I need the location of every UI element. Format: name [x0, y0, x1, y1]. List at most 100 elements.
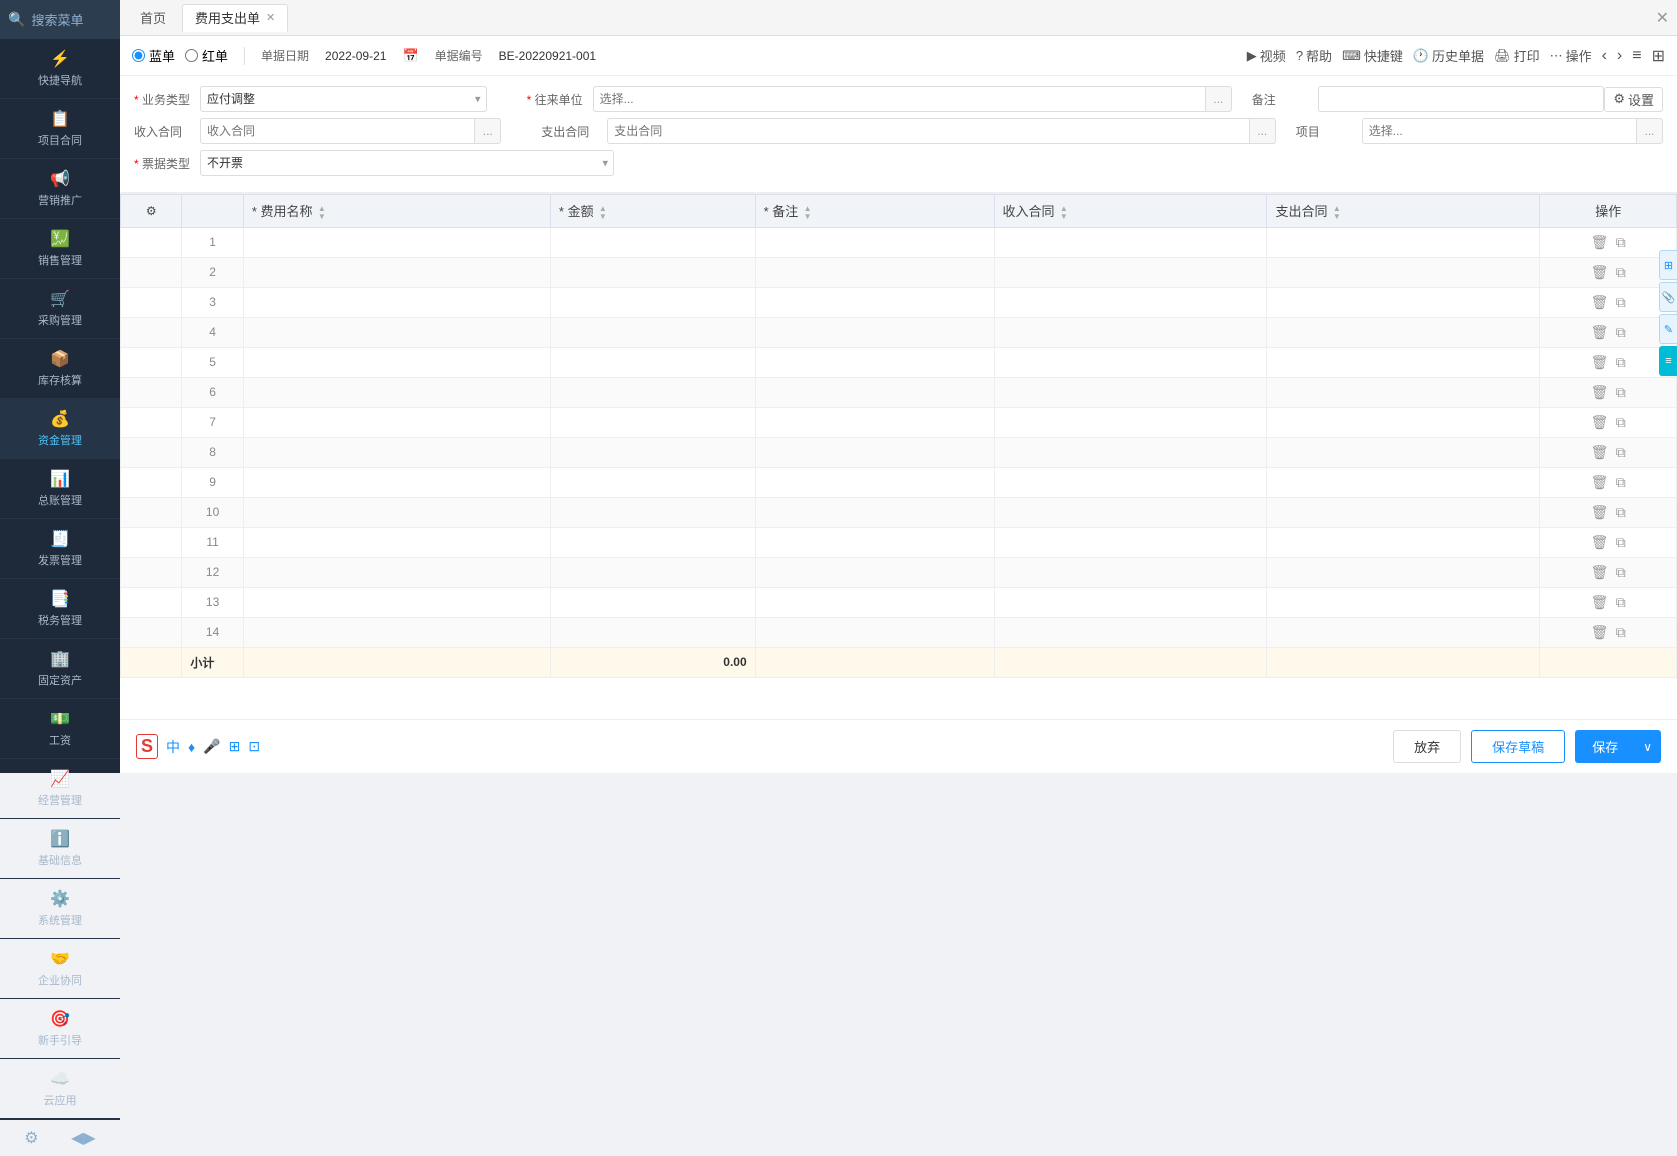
- sidebar-item-capital[interactable]: 💰 资金管理: [0, 399, 120, 459]
- amount-cell[interactable]: [550, 437, 755, 467]
- project-ellipsis-btn[interactable]: ...: [1637, 118, 1663, 144]
- footer-icon-diamond[interactable]: ♦: [188, 739, 195, 755]
- expense-contract-cell[interactable]: [1267, 497, 1540, 527]
- project-input[interactable]: [1362, 118, 1637, 144]
- save-main-button[interactable]: 保存: [1575, 730, 1634, 763]
- expense-contract-ellipsis-btn[interactable]: ...: [1250, 118, 1276, 144]
- note-cell[interactable]: [755, 557, 994, 587]
- amount-cell[interactable]: [550, 317, 755, 347]
- sidebar-item-cloud-apps[interactable]: ☁️ 云应用: [0, 1059, 120, 1119]
- video-btn[interactable]: ▶ 视频: [1247, 46, 1286, 65]
- edge-tab-1[interactable]: ⊞: [1659, 250, 1677, 280]
- delete-row-btn[interactable]: 🗑: [1589, 472, 1611, 493]
- expense-contract-cell[interactable]: [1267, 557, 1540, 587]
- copy-row-btn[interactable]: ⧉: [1614, 262, 1628, 283]
- sidebar-item-basic-info[interactable]: ℹ️ 基础信息: [0, 819, 120, 879]
- amount-cell[interactable]: [550, 497, 755, 527]
- income-contract-cell[interactable]: [994, 497, 1267, 527]
- footer-icon-grid[interactable]: ⊡: [248, 738, 260, 755]
- copy-row-btn[interactable]: ⧉: [1614, 502, 1628, 523]
- expense-name-cell[interactable]: [243, 287, 550, 317]
- amount-cell[interactable]: [550, 587, 755, 617]
- sidebar-item-invoice[interactable]: 🧾 发票管理: [0, 519, 120, 579]
- partner-input[interactable]: [593, 86, 1206, 112]
- amount-cell[interactable]: [550, 287, 755, 317]
- expense-contract-cell[interactable]: [1267, 437, 1540, 467]
- copy-row-btn[interactable]: ⧉: [1614, 322, 1628, 343]
- biz-type-select-wrapper[interactable]: 应付调整: [200, 86, 487, 112]
- expense-name-cell[interactable]: [243, 377, 550, 407]
- view-list-btn[interactable]: ≡: [1632, 47, 1641, 65]
- sidebar-item-ledger[interactable]: 📊 总账管理: [0, 459, 120, 519]
- note-cell[interactable]: [755, 347, 994, 377]
- nav-next-btn[interactable]: ›: [1617, 47, 1622, 65]
- col-income-contract[interactable]: 收入合同 ▲▼: [994, 195, 1267, 228]
- bill-type-select[interactable]: 不开票: [200, 150, 614, 176]
- radio-red-input[interactable]: [185, 49, 198, 62]
- expense-contract-cell[interactable]: [1267, 527, 1540, 557]
- copy-row-btn[interactable]: ⧉: [1614, 382, 1628, 403]
- sidebar-item-tax[interactable]: 📑 税务管理: [0, 579, 120, 639]
- footer-icon-zh[interactable]: 中: [166, 737, 180, 757]
- copy-row-btn[interactable]: ⧉: [1614, 412, 1628, 433]
- sidebar-item-sales[interactable]: 💹 销售管理: [0, 219, 120, 279]
- note-cell[interactable]: [755, 467, 994, 497]
- income-contract-cell[interactable]: [994, 287, 1267, 317]
- income-contract-cell[interactable]: [994, 437, 1267, 467]
- sidebar-item-marketing[interactable]: 📢 营销推广: [0, 159, 120, 219]
- note-cell[interactable]: [755, 407, 994, 437]
- delete-row-btn[interactable]: 🗑: [1589, 352, 1611, 373]
- income-contract-cell[interactable]: [994, 617, 1267, 647]
- sidebar-item-newbie[interactable]: 🎯 新手引导: [0, 999, 120, 1059]
- income-contract-cell[interactable]: [994, 227, 1267, 257]
- help-btn[interactable]: ? 帮助: [1296, 46, 1332, 65]
- biz-type-select[interactable]: 应付调整: [200, 86, 487, 112]
- expense-contract-cell[interactable]: [1267, 377, 1540, 407]
- delete-row-btn[interactable]: 🗑: [1589, 562, 1611, 583]
- amount-cell[interactable]: [550, 257, 755, 287]
- income-contract-cell[interactable]: [994, 317, 1267, 347]
- tab-home[interactable]: 首页: [128, 4, 178, 32]
- expense-name-cell[interactable]: [243, 347, 550, 377]
- copy-row-btn[interactable]: ⧉: [1614, 562, 1628, 583]
- nav-prev-btn[interactable]: ‹: [1602, 47, 1607, 65]
- amount-cell[interactable]: [550, 527, 755, 557]
- income-contract-cell[interactable]: [994, 527, 1267, 557]
- income-contract-cell[interactable]: [994, 587, 1267, 617]
- note-cell[interactable]: [755, 587, 994, 617]
- note-cell[interactable]: [755, 287, 994, 317]
- footer-icon-table[interactable]: ⊞: [229, 738, 241, 755]
- copy-row-btn[interactable]: ⧉: [1614, 532, 1628, 553]
- expense-contract-cell[interactable]: [1267, 287, 1540, 317]
- sidebar-item-project-contract[interactable]: 📋 项目合同: [0, 99, 120, 159]
- col-note[interactable]: * 备注 ▲▼: [755, 195, 994, 228]
- edge-tab-2[interactable]: 📎: [1659, 282, 1677, 312]
- income-contract-cell[interactable]: [994, 377, 1267, 407]
- income-contract-cell[interactable]: [994, 557, 1267, 587]
- expense-name-cell[interactable]: [243, 527, 550, 557]
- expense-name-cell[interactable]: [243, 227, 550, 257]
- footer-icon-mic[interactable]: 🎤: [203, 738, 220, 755]
- income-contract-input[interactable]: [200, 118, 475, 144]
- copy-row-btn[interactable]: ⧉: [1614, 352, 1628, 373]
- copy-row-btn[interactable]: ⧉: [1614, 232, 1628, 253]
- expense-contract-input[interactable]: [607, 118, 1250, 144]
- amount-cell[interactable]: [550, 467, 755, 497]
- expense-contract-cell[interactable]: [1267, 317, 1540, 347]
- delete-row-btn[interactable]: 🗑: [1589, 412, 1611, 433]
- sidebar-item-quick-nav[interactable]: ⚡ 快捷导航: [0, 39, 120, 99]
- expense-name-cell[interactable]: [243, 437, 550, 467]
- sidebar-item-system[interactable]: ⚙️ 系统管理: [0, 879, 120, 939]
- expense-contract-cell[interactable]: [1267, 257, 1540, 287]
- copy-row-btn[interactable]: ⧉: [1614, 472, 1628, 493]
- amount-cell[interactable]: [550, 407, 755, 437]
- edge-tab-4-green[interactable]: ≡: [1659, 346, 1677, 376]
- expense-contract-cell[interactable]: [1267, 467, 1540, 497]
- col-expense-contract[interactable]: 支出合同 ▲▼: [1267, 195, 1540, 228]
- expense-contract-cell[interactable]: [1267, 227, 1540, 257]
- copy-row-btn[interactable]: ⧉: [1614, 292, 1628, 313]
- copy-row-btn[interactable]: ⧉: [1614, 592, 1628, 613]
- expense-contract-cell[interactable]: [1267, 587, 1540, 617]
- delete-row-btn[interactable]: 🗑: [1589, 292, 1611, 313]
- partner-ellipsis-btn[interactable]: ...: [1206, 86, 1232, 112]
